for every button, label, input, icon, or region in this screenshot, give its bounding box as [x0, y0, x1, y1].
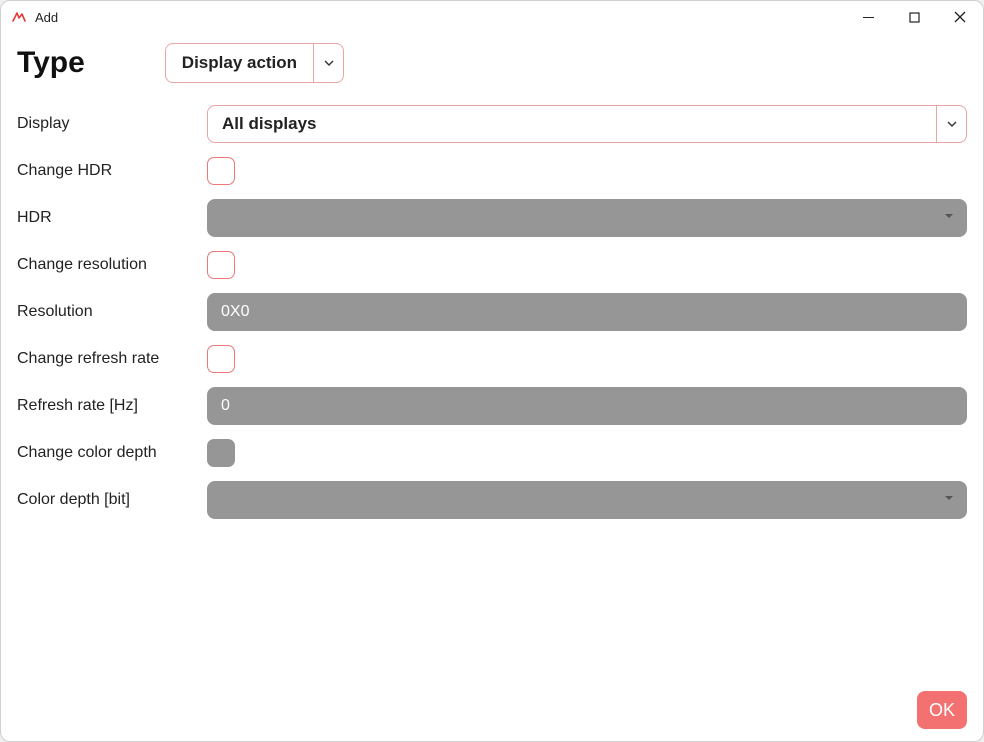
refresh-field: 0: [207, 387, 967, 425]
refresh-value: 0: [221, 397, 230, 415]
refresh-label: Refresh rate [Hz]: [17, 397, 197, 415]
add-window: Add Type Display action Display All disp…: [0, 0, 984, 742]
form-grid: Display All displays Change HDR HDR Chan…: [17, 105, 967, 519]
ok-button[interactable]: OK: [917, 691, 967, 729]
minimize-button[interactable]: [845, 2, 891, 32]
change-color-depth-label: Change color depth: [17, 444, 197, 462]
type-select-value: Display action: [166, 44, 313, 82]
display-select-value: All displays: [208, 106, 936, 142]
change-color-depth-checkbox: [207, 439, 235, 467]
hdr-select: [207, 199, 967, 237]
change-resolution-checkbox[interactable]: [207, 251, 235, 279]
chevron-down-icon: [936, 106, 966, 142]
change-resolution-label: Change resolution: [17, 256, 197, 274]
content-area: Type Display action Display All displays…: [1, 33, 983, 741]
chevron-down-icon: [943, 209, 955, 227]
type-row: Type Display action: [17, 43, 967, 83]
chevron-down-icon: [943, 491, 955, 509]
change-refresh-checkbox[interactable]: [207, 345, 235, 373]
titlebar: Add: [1, 1, 983, 33]
hdr-label: HDR: [17, 209, 197, 227]
app-icon: [11, 9, 27, 25]
close-button[interactable]: [937, 2, 983, 32]
resolution-label: Resolution: [17, 303, 197, 321]
chevron-down-icon: [313, 44, 343, 82]
window-title: Add: [35, 10, 58, 25]
type-select[interactable]: Display action: [165, 43, 344, 83]
change-refresh-label: Change refresh rate: [17, 350, 197, 368]
resolution-field: 0X0: [207, 293, 967, 331]
display-select[interactable]: All displays: [207, 105, 967, 143]
type-label: Type: [17, 46, 85, 80]
maximize-button[interactable]: [891, 2, 937, 32]
change-hdr-checkbox[interactable]: [207, 157, 235, 185]
color-depth-label: Color depth [bit]: [17, 491, 197, 509]
resolution-value: 0X0: [221, 303, 249, 321]
ok-button-label: OK: [929, 700, 955, 721]
display-label: Display: [17, 115, 197, 133]
color-depth-select: [207, 481, 967, 519]
change-hdr-label: Change HDR: [17, 162, 197, 180]
